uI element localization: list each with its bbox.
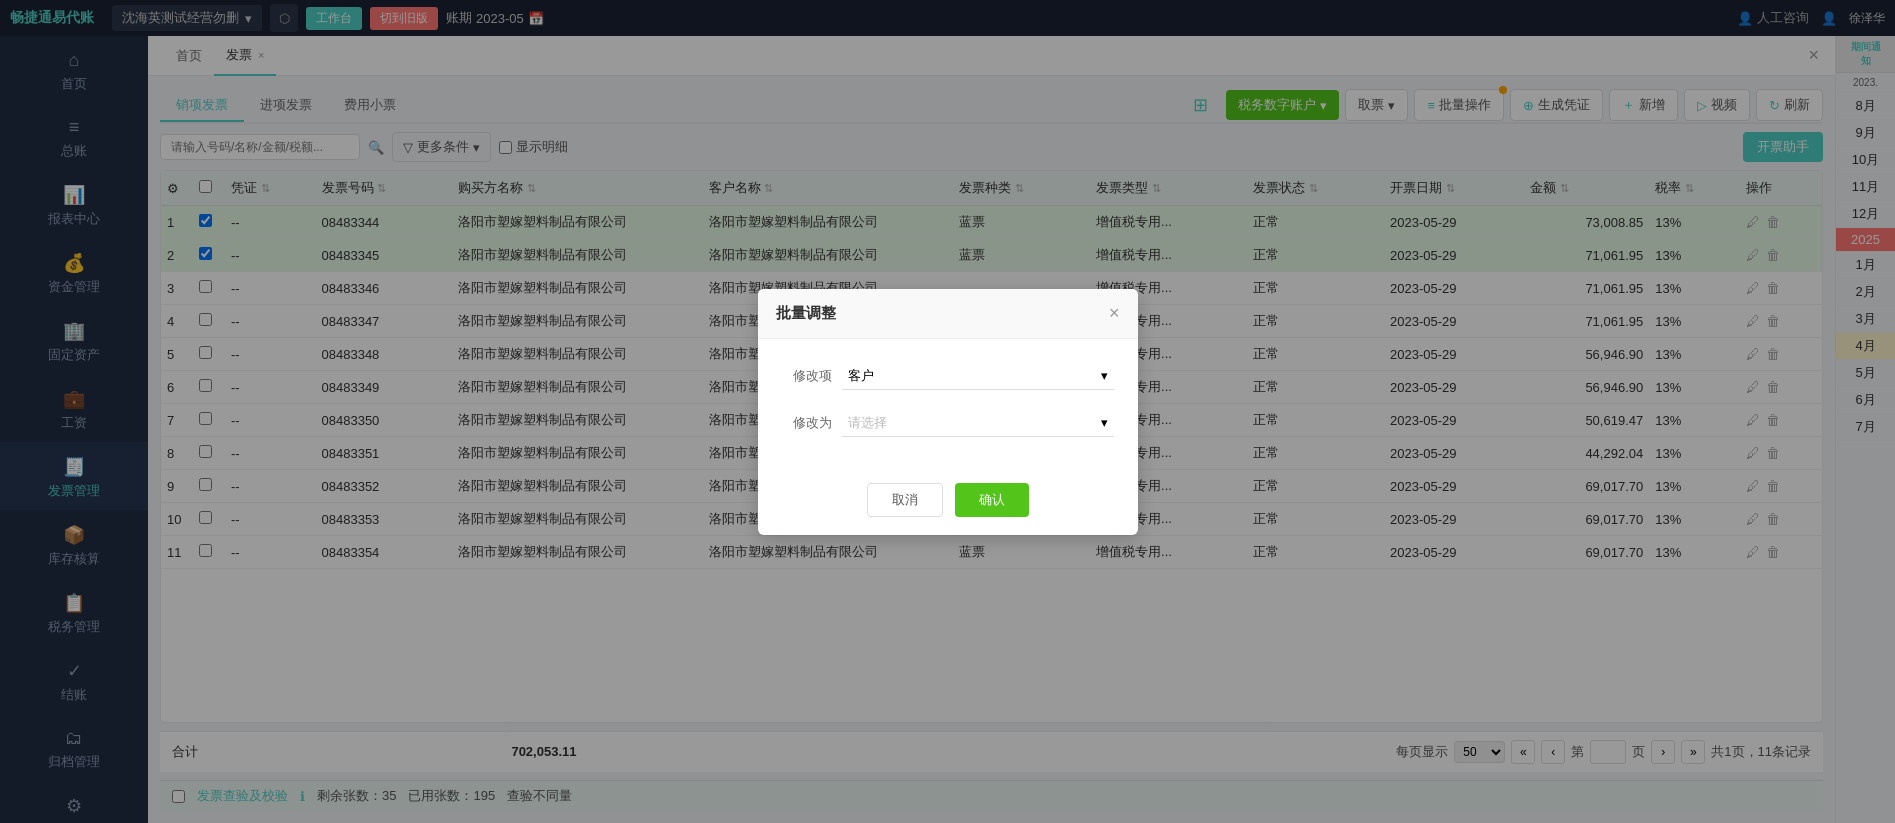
modal-overlay: 批量调整 × 修改项 客户 ▾ 修改为 请选择 ▾ 取消 确认: [0, 0, 1895, 823]
form-row-modify-field: 修改项 客户 ▾: [782, 363, 1114, 390]
modify-value-select[interactable]: 请选择 ▾: [842, 410, 1114, 437]
modal-header: 批量调整 ×: [758, 289, 1138, 339]
modify-value-label: 修改为: [782, 414, 832, 432]
modify-field-select[interactable]: 客户 ▾: [842, 363, 1114, 390]
form-row-modify-value: 修改为 请选择 ▾: [782, 410, 1114, 437]
cancel-btn[interactable]: 取消: [867, 483, 943, 517]
value-chevron-down-icon: ▾: [1101, 415, 1108, 430]
batch-adjust-modal: 批量调整 × 修改项 客户 ▾ 修改为 请选择 ▾ 取消 确认: [758, 289, 1138, 535]
confirm-btn[interactable]: 确认: [955, 483, 1029, 517]
modal-body: 修改项 客户 ▾ 修改为 请选择 ▾: [758, 339, 1138, 473]
modal-footer: 取消 确认: [758, 473, 1138, 535]
modify-field-value: 客户: [848, 367, 874, 385]
field-chevron-down-icon: ▾: [1101, 368, 1108, 383]
modify-value-placeholder: 请选择: [848, 414, 887, 432]
modal-title: 批量调整: [776, 304, 836, 323]
modal-close-btn[interactable]: ×: [1109, 303, 1120, 324]
modify-field-label: 修改项: [782, 367, 832, 385]
